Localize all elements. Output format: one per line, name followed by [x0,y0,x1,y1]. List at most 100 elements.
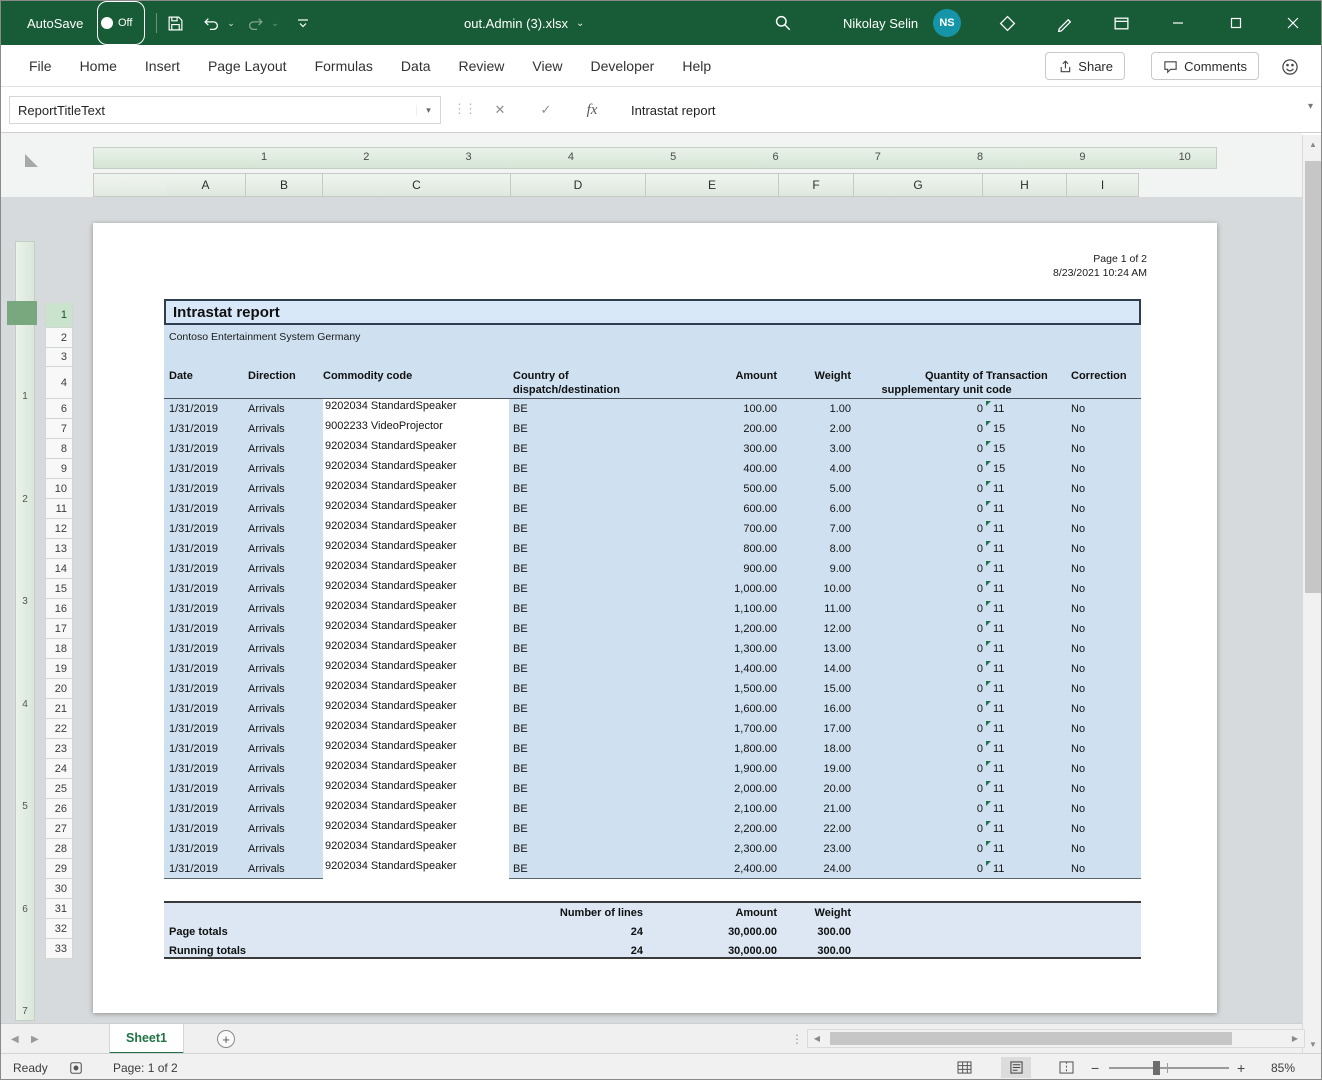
formula-bar-expand-icon[interactable]: ▾ [1308,101,1313,112]
page-break-view-button[interactable] [1051,1057,1081,1078]
cell-weight[interactable]: 11.00 [824,599,851,619]
cell-country[interactable]: BE [513,459,528,479]
cell-amount[interactable]: 2,000.00 [734,779,777,799]
column-header-B[interactable]: B [246,173,323,197]
cell-direction[interactable]: Arrivals [248,439,285,459]
cell-direction[interactable]: Arrivals [248,619,285,639]
cell-quantity[interactable]: 0 [977,619,983,639]
cell-country[interactable]: BE [513,639,528,659]
cell-country[interactable]: BE [513,399,528,419]
cell-amount[interactable]: 1,700.00 [734,719,777,739]
header-quantity-line1[interactable]: Quantity of [925,370,983,382]
cell-country[interactable]: BE [513,739,528,759]
cell-country[interactable]: BE [513,559,528,579]
ribbon-tab-help[interactable]: Help [668,45,725,87]
search-icon[interactable] [769,1,797,45]
row-header-6[interactable]: 6 [45,399,73,419]
cell-commodity[interactable]: 9202034 StandardSpeaker [323,639,509,659]
cell-correction[interactable]: No [1071,819,1085,839]
cell-date[interactable]: 1/31/2019 [169,739,218,759]
cell-date[interactable]: 1/31/2019 [169,679,218,699]
scroll-right-icon[interactable]: ▶ [1286,1030,1304,1047]
column-header-H[interactable]: H [983,173,1067,197]
ribbon-tab-data[interactable]: Data [387,45,445,87]
cell-country[interactable]: BE [513,479,528,499]
cell-commodity[interactable]: 9202034 StandardSpeaker [323,699,509,719]
cell-direction[interactable]: Arrivals [248,679,285,699]
cell-commodity[interactable]: 9202034 StandardSpeaker [323,799,509,819]
cell-transaction-code[interactable]: 11 [986,519,1004,539]
cell-country[interactable]: BE [513,579,528,599]
cell-quantity[interactable]: 0 [977,779,983,799]
header-direction[interactable]: Direction [248,370,296,382]
row-header-30[interactable]: 30 [45,879,73,899]
header-country-line2[interactable]: dispatch/destination [513,384,620,396]
zoom-slider-thumb[interactable] [1153,1061,1160,1075]
cell-amount[interactable]: 100.00 [743,399,777,419]
cell-transaction-code[interactable]: 11 [986,719,1004,739]
cell-transaction-code[interactable]: 11 [986,399,1004,419]
cell-commodity[interactable]: 9202034 StandardSpeaker [323,519,509,539]
cell-quantity[interactable]: 0 [977,499,983,519]
cell-direction[interactable]: Arrivals [248,419,285,439]
sheet-tab-sheet1[interactable]: Sheet1 [109,1024,184,1054]
cell-country[interactable]: BE [513,599,528,619]
ribbon-tab-home[interactable]: Home [66,45,131,87]
cell-weight[interactable]: 20.00 [823,779,851,799]
cell-date[interactable]: 1/31/2019 [169,699,218,719]
cell-amount[interactable]: 900.00 [743,559,777,579]
maximize-button[interactable] [1213,1,1259,45]
cell-commodity[interactable]: 9202034 StandardSpeaker [323,619,509,639]
cell-transaction-code[interactable]: 11 [986,559,1004,579]
cell-quantity[interactable]: 0 [977,399,983,419]
diamond-icon[interactable] [993,1,1021,45]
header-amount[interactable]: Amount [735,370,777,382]
running-totals-lines[interactable]: 24 [631,942,643,961]
scroll-down-icon[interactable]: ▼ [1303,1035,1322,1053]
ribbon-tab-formulas[interactable]: Formulas [301,45,387,87]
vertical-scrollbar[interactable]: ▲ ▼ [1302,135,1322,1053]
cell-weight[interactable]: 22.00 [823,819,851,839]
row-header-22[interactable]: 22 [45,719,73,739]
cell-transaction-code[interactable]: 11 [986,859,1004,879]
cell-weight[interactable]: 1.00 [830,399,851,419]
cell-direction[interactable]: Arrivals [248,499,285,519]
cell-amount[interactable]: 2,300.00 [734,839,777,859]
cell-quantity[interactable]: 0 [977,639,983,659]
cell-quantity[interactable]: 0 [977,859,983,879]
column-header-G[interactable]: G [854,173,983,197]
cell-amount[interactable]: 200.00 [743,419,777,439]
row-header-1[interactable]: 1 [45,303,73,328]
cell-country[interactable]: BE [513,519,528,539]
cell-amount[interactable]: 1,500.00 [734,679,777,699]
cell-amount[interactable]: 1,300.00 [734,639,777,659]
row-header-23[interactable]: 23 [45,739,73,759]
cell-date[interactable]: 1/31/2019 [169,559,218,579]
cell-transaction-code[interactable]: 11 [986,479,1004,499]
cell-correction[interactable]: No [1071,559,1085,579]
cell-amount[interactable]: 400.00 [743,459,777,479]
enter-icon[interactable]: ✓ [529,96,563,124]
formula-input[interactable]: Intrastat report [631,96,716,124]
cell-transaction-code[interactable]: 15 [986,419,1005,439]
formula-bar-grip[interactable]: ⋮⋮ [453,101,475,117]
row-header-10[interactable]: 10 [45,479,73,499]
cell-quantity[interactable]: 0 [977,699,983,719]
row-header-18[interactable]: 18 [45,639,73,659]
cell-quantity[interactable]: 0 [977,719,983,739]
cell-correction[interactable]: No [1071,739,1085,759]
cell-weight[interactable]: 15.00 [823,679,851,699]
cell-date[interactable]: 1/31/2019 [169,759,218,779]
cell-amount[interactable]: 2,400.00 [734,859,777,879]
cell-transaction-code[interactable]: 11 [986,539,1004,559]
cell-direction[interactable]: Arrivals [248,699,285,719]
header-correction[interactable]: Correction [1071,370,1127,382]
cell-date[interactable]: 1/31/2019 [169,719,218,739]
cell-direction[interactable]: Arrivals [248,759,285,779]
sheet-canvas[interactable]: 1234567 Page 1 of 2 8/23/2021 10:24 AM I… [1,197,1302,1023]
row-header-12[interactable]: 12 [45,519,73,539]
cell-date[interactable]: 1/31/2019 [169,659,218,679]
undo-icon[interactable] [197,1,225,45]
cell-direction[interactable]: Arrivals [248,719,285,739]
cell-correction[interactable]: No [1071,419,1085,439]
